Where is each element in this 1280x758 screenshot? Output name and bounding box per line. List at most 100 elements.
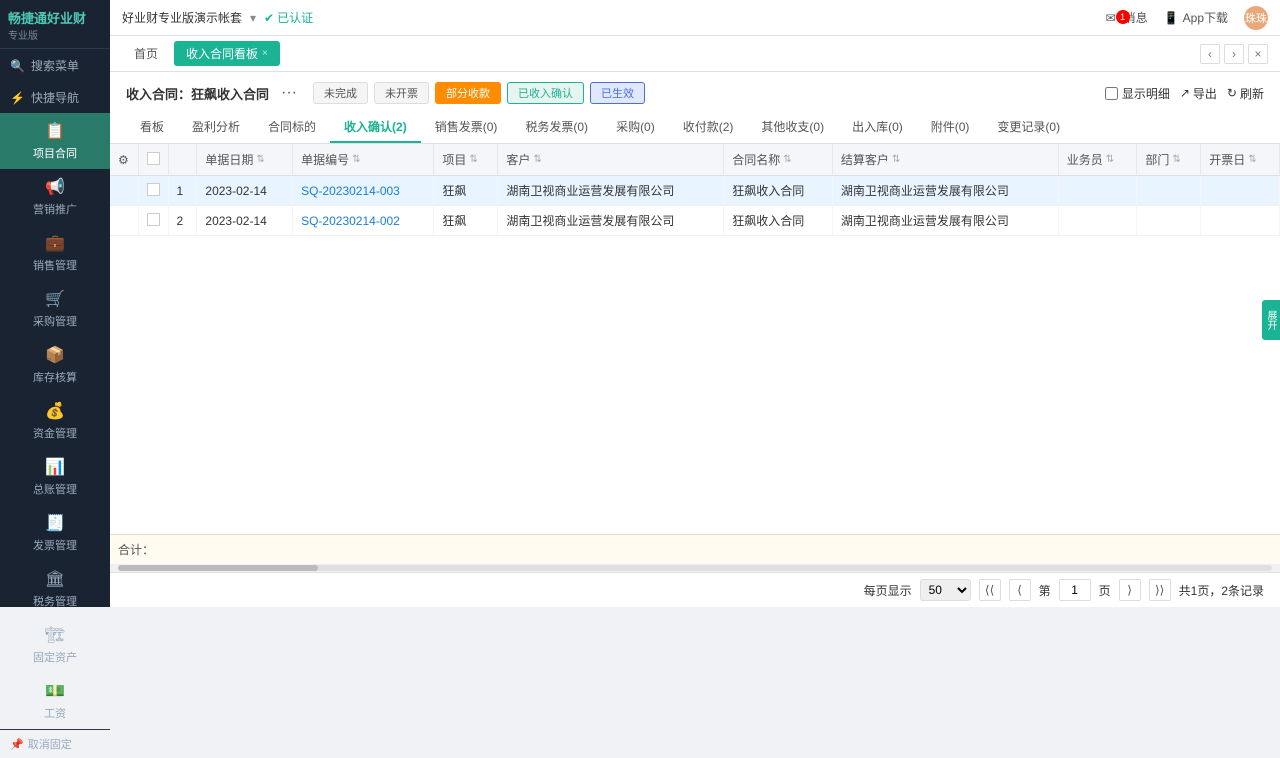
funds-icon: 💰 — [45, 401, 65, 421]
next-page-btn[interactable]: ⟩ — [1119, 579, 1141, 601]
tab-tax-invoice[interactable]: 税务发票(0) — [511, 112, 602, 143]
page-input[interactable] — [1059, 579, 1091, 601]
col-salesman-header[interactable]: 业务员⇅ — [1058, 144, 1137, 176]
table-row[interactable]: 2 2023-02-14 SQ-20230214-002 狂飙 湖南卫视商业运营… — [110, 206, 1280, 236]
show-detail-label[interactable]: 显示明细 — [1105, 85, 1170, 102]
refresh-icon: ↻ — [1227, 86, 1237, 100]
user-avatar[interactable]: 珠珠 — [1244, 6, 1268, 30]
row-project: 狂飙 — [434, 206, 498, 236]
data-table: ⚙ 单据日期⇅ 单据编号⇅ 项目⇅ 客户⇅ — [110, 144, 1280, 236]
tab-change-log[interactable]: 变更记录(0) — [983, 112, 1074, 143]
export-btn[interactable]: ↗ 导出 — [1180, 85, 1217, 102]
sidebar-item-funds[interactable]: 💰 资金管理 — [0, 393, 110, 449]
message-icon: ✉ — [1106, 11, 1116, 25]
table-header: ⚙ 单据日期⇅ 单据编号⇅ 项目⇅ 客户⇅ — [110, 144, 1280, 176]
refresh-btn[interactable]: ↻ 刷新 — [1227, 85, 1264, 102]
prev-page-btn[interactable]: ⟨ — [1009, 579, 1031, 601]
table-body: 1 2023-02-14 SQ-20230214-003 狂飙 湖南卫视商业运营… — [110, 176, 1280, 236]
status-unfinished[interactable]: 未完成 — [313, 82, 368, 104]
horizontal-scrollbar[interactable] — [110, 564, 1280, 572]
col-contract-header[interactable]: 合同名称⇅ — [724, 144, 833, 176]
show-detail-checkbox[interactable] — [1105, 87, 1118, 100]
col-date-header[interactable]: 单据日期⇅ — [197, 144, 293, 176]
tax-icon: 🏛 — [45, 569, 65, 589]
content-title: 收入合同：狂飙收入合同 — [126, 84, 269, 103]
sidebar-unpin[interactable]: 📌 取消固定 — [0, 729, 110, 758]
check-icon: ✔ — [264, 11, 274, 25]
tab-warehouse[interactable]: 出入库(0) — [838, 112, 917, 143]
tab-attachments[interactable]: 附件(0) — [917, 112, 984, 143]
col-customer-header[interactable]: 客户⇅ — [498, 144, 724, 176]
col-invoicedate-header[interactable]: 开票日⇅ — [1201, 144, 1280, 176]
row-check[interactable] — [138, 176, 168, 206]
pagination: 每页显示 50 100 200 ⟨⟨ ⟨ 第 页 ⟩ ⟩⟩ 共1页，2条记录 — [110, 572, 1280, 607]
scroll-track[interactable] — [118, 565, 1272, 571]
nav-close-btn[interactable]: × — [1248, 44, 1268, 64]
col-settlement-header[interactable]: 结算客户⇅ — [832, 144, 1058, 176]
sidebar-item-invoice[interactable]: 🧾 发票管理 — [0, 505, 110, 561]
dropdown-icon[interactable]: ▾ — [250, 11, 256, 25]
tab-home[interactable]: 首页 — [122, 41, 170, 66]
sidebar-item-tax[interactable]: 🏛 税务管理 — [0, 561, 110, 617]
total-pages: 共1页，2条记录 — [1179, 582, 1264, 599]
tab-profit[interactable]: 盈利分析 — [178, 112, 254, 143]
row-docno[interactable]: SQ-20230214-003 — [293, 176, 434, 206]
search-icon: 🔍 — [10, 59, 25, 73]
tab-close-icon[interactable]: × — [262, 48, 268, 59]
col-check-header[interactable] — [138, 144, 168, 176]
row-contract: 狂飙收入合同 — [724, 206, 833, 236]
company-name: 好业财专业版演示帐套 — [122, 9, 242, 26]
sidebar-item-projects[interactable]: 📋 项目合同 — [0, 113, 110, 169]
first-page-btn[interactable]: ⟨⟨ — [979, 579, 1001, 601]
per-page-select[interactable]: 50 100 200 — [920, 579, 971, 601]
content-header: 收入合同：狂飙收入合同 ··· 未完成 未开票 部分收款 已收入确认 已生效 显… — [110, 72, 1280, 144]
status-confirmed[interactable]: 已收入确认 — [507, 82, 584, 104]
status-active[interactable]: 已生效 — [590, 82, 645, 104]
col-dept-header[interactable]: 部门⇅ — [1137, 144, 1201, 176]
more-btn[interactable]: ··· — [281, 84, 297, 102]
row-dept — [1137, 206, 1201, 236]
table-row[interactable]: 1 2023-02-14 SQ-20230214-003 狂飙 湖南卫视商业运营… — [110, 176, 1280, 206]
last-page-btn[interactable]: ⟩⟩ — [1149, 579, 1171, 601]
logo-main: 畅捷通好业财 — [8, 8, 102, 27]
tab-payment[interactable]: 收付款(2) — [669, 112, 748, 143]
row-salesman — [1058, 176, 1137, 206]
tab-kanban[interactable]: 看板 — [126, 112, 178, 143]
row-date: 2023-02-14 — [197, 206, 293, 236]
app-download-btn[interactable]: 📱 App下载 — [1164, 9, 1228, 26]
tab-purchase[interactable]: 采购(0) — [602, 112, 669, 143]
tab-revenue-confirm[interactable]: 收入确认(2) — [330, 112, 421, 143]
invoice-icon: 🧾 — [45, 513, 65, 533]
message-btn[interactable]: ✉ 1 消息 — [1106, 9, 1148, 26]
col-docno-header[interactable]: 单据编号⇅ — [293, 144, 434, 176]
sidebar-quick-nav[interactable]: ⚡ 快捷导航 — [0, 82, 110, 113]
tab-income-contract[interactable]: 收入合同看板 × — [174, 41, 280, 66]
tab-contract-subject[interactable]: 合同标的 — [254, 112, 330, 143]
col-project-header[interactable]: 项目⇅ — [434, 144, 498, 176]
nav-next-btn[interactable]: › — [1224, 44, 1244, 64]
purchase-icon: 🛒 — [45, 289, 65, 309]
sidebar-item-sales[interactable]: 💼 销售管理 — [0, 225, 110, 281]
nav-prev-btn[interactable]: ‹ — [1200, 44, 1220, 64]
sidebar-item-purchase[interactable]: 🛒 采购管理 — [0, 281, 110, 337]
sidebar-search[interactable]: 🔍 搜索菜单 — [0, 49, 110, 82]
content-area: 收入合同：狂飙收入合同 ··· 未完成 未开票 部分收款 已收入确认 已生效 显… — [110, 72, 1280, 607]
topbar: 好业财专业版演示帐套 ▾ ✔ 已认证 ✉ 1 消息 📱 App下载 珠珠 — [110, 0, 1280, 36]
status-uninvoiced[interactable]: 未开票 — [374, 82, 429, 104]
sidebar-item-inventory[interactable]: 📦 库存核算 — [0, 337, 110, 393]
status-partial[interactable]: 部分收款 — [435, 82, 501, 104]
row-docno[interactable]: SQ-20230214-002 — [293, 206, 434, 236]
sidebar-item-payroll[interactable]: 💵 工资 — [0, 673, 110, 729]
col-settings-header[interactable]: ⚙ — [110, 144, 138, 176]
tab-sales-invoice[interactable]: 销售发票(0) — [421, 112, 512, 143]
scroll-thumb[interactable] — [118, 565, 318, 571]
tab-other-income[interactable]: 其他收支(0) — [747, 112, 838, 143]
phone-icon: 📱 — [1164, 11, 1179, 25]
sidebar-item-assets[interactable]: 🏗 固定资产 — [0, 617, 110, 673]
sidebar: 畅捷通好业财 专业版 🔍 搜索菜单 ⚡ 快捷导航 📋 项目合同 📢 营销推广 💼… — [0, 0, 110, 607]
sidebar-item-marketing[interactable]: 📢 营销推广 — [0, 169, 110, 225]
sidebar-item-ledger[interactable]: 📊 总账管理 — [0, 449, 110, 505]
row-check[interactable] — [138, 206, 168, 236]
right-float-btn[interactable]: 展开 — [1262, 300, 1280, 340]
row-customer: 湖南卫视商业运营发展有限公司 — [498, 206, 724, 236]
